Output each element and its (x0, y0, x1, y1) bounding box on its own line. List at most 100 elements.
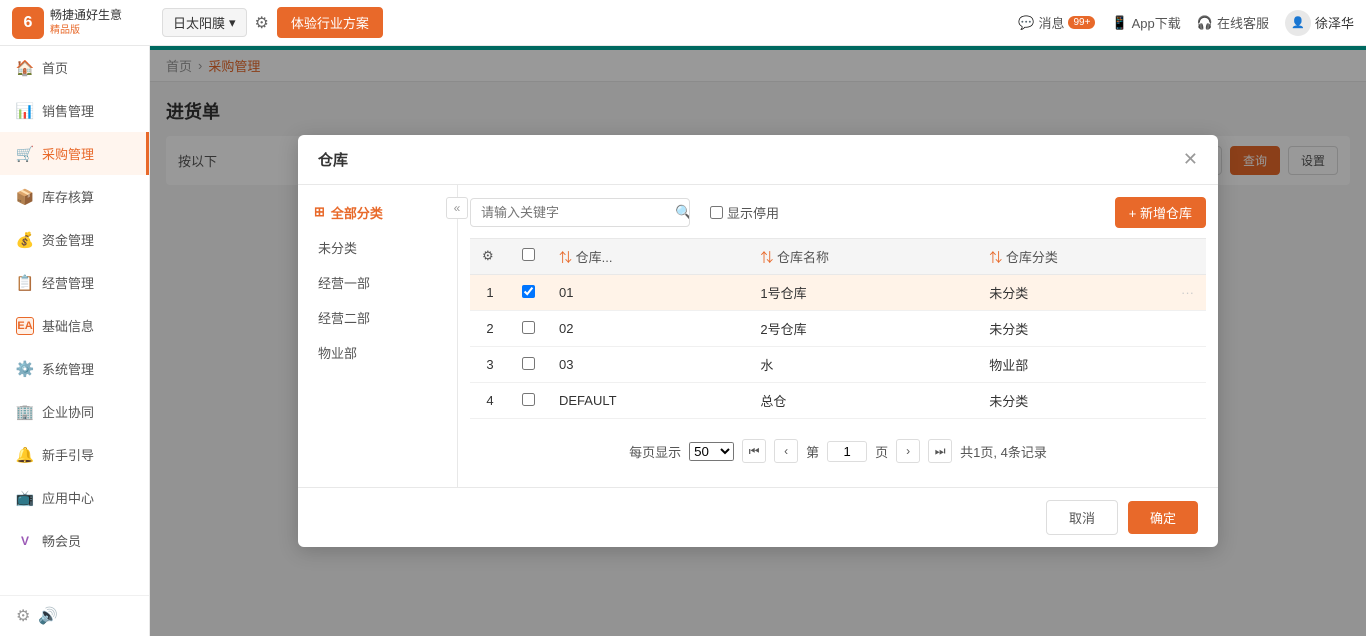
row-name: 水 (748, 347, 977, 383)
guide-icon: 🔔 (16, 446, 34, 464)
sidebar-item-appstore[interactable]: 📺 应用中心 (0, 476, 149, 519)
sidebar-item-operations[interactable]: 📋 经营管理 (0, 261, 149, 304)
table-row[interactable]: 3 03 水 物业部 (470, 347, 1206, 383)
show-disabled-checkbox[interactable] (710, 206, 723, 219)
sidebar-item-enterprise[interactable]: 🏢 企业协同 (0, 390, 149, 433)
modal-close-button[interactable]: ✕ (1183, 149, 1198, 170)
trial-button[interactable]: 体验行业方案 (277, 7, 383, 38)
message-icon: 💬 (1018, 15, 1034, 31)
row-name: 2号仓库 (748, 311, 977, 347)
row-actions[interactable]: ··· (1181, 285, 1194, 300)
appstore-icon: 📺 (16, 489, 34, 507)
sidebar-item-system[interactable]: ⚙️ 系统管理 (0, 347, 149, 390)
row-code: 01 (547, 274, 748, 311)
sidebar-item-purchase[interactable]: 🛒 采购管理 (0, 132, 149, 175)
modal-title: 仓库 (318, 149, 348, 170)
row-num: 3 (470, 347, 510, 383)
prev-page-button[interactable]: ‹ (774, 439, 798, 463)
category-unclassified[interactable]: 未分类 (298, 230, 457, 265)
confirm-button[interactable]: 确定 (1128, 501, 1198, 534)
message-item[interactable]: 💬 消息 99+ (1018, 13, 1095, 32)
col-header-gear: ⚙ (470, 238, 510, 274)
row-name: 1号仓库 (748, 274, 977, 311)
sidebar-bottom: ⚙ 🔊 (0, 595, 149, 636)
all-categories-item[interactable]: ⊞ 全部分类 (298, 195, 457, 230)
row-checkbox-cell (510, 274, 547, 311)
select-all-checkbox[interactable] (522, 248, 535, 261)
search-box: 🔍 (470, 198, 690, 227)
chevron-down-icon: ▾ (229, 15, 236, 31)
row-category: 未分类 (977, 383, 1206, 419)
row-category: 物业部 (977, 347, 1206, 383)
first-page-button[interactable]: ⏮ (742, 439, 766, 463)
category-operations1[interactable]: 经营一部 (298, 265, 457, 300)
category-panel: ⊞ 全部分类 未分类 经营一部 经营二部 物业部 « (298, 185, 458, 488)
headset-icon: 🎧 (1197, 15, 1213, 31)
top-header: 6 畅捷通好生意 精品版 日太阳膜 ▾ ⚙ 体验行业方案 💬 消息 99+ 📱 … (0, 0, 1366, 46)
sales-icon: 📊 (16, 102, 34, 120)
col-header-name: ⇅ 仓库名称 (748, 238, 977, 274)
modal-overlay: 仓库 ✕ ⊞ 全部分类 未分类 经营一部 经营二部 物业部 « (150, 46, 1366, 636)
avatar: 👤 (1285, 10, 1311, 36)
per-page-select[interactable]: 50 20 100 (689, 442, 734, 461)
search-input[interactable] (471, 200, 667, 225)
next-page-button[interactable]: › (896, 439, 920, 463)
sidebar-label-inventory: 库存核算 (42, 187, 94, 206)
sidebar-item-home[interactable]: 🏠 首页 (0, 46, 149, 89)
category-property[interactable]: 物业部 (298, 335, 457, 370)
show-disabled-label[interactable]: 显示停用 (710, 203, 779, 222)
collapse-panel-button[interactable]: « (446, 197, 468, 219)
sidebar-item-finance[interactable]: 💰 资金管理 (0, 218, 149, 261)
sidebar-item-vip[interactable]: V 畅会员 (0, 519, 149, 562)
user-profile[interactable]: 👤 徐泽华 (1285, 10, 1354, 36)
row-num: 1 (470, 274, 510, 311)
row-code: 02 (547, 311, 748, 347)
online-service-item[interactable]: 🎧 在线客服 (1197, 13, 1269, 32)
row-code: DEFAULT (547, 383, 748, 419)
search-icon[interactable]: 🔍 (667, 199, 690, 226)
app-download-item[interactable]: 📱 App下载 (1111, 13, 1180, 32)
sidebar-label-vip: 畅会员 (42, 531, 81, 550)
sidebar-label-enterprise: 企业协同 (42, 402, 94, 421)
settings-icon[interactable]: ⚙ (16, 606, 30, 626)
new-warehouse-button[interactable]: + 新增仓库 (1115, 197, 1206, 228)
sidebar-label-operations: 经营管理 (42, 273, 94, 292)
header-center: 日太阳膜 ▾ ⚙ 体验行业方案 (162, 7, 1018, 38)
page-unit-label: 页 (875, 442, 888, 461)
page-number-input[interactable] (827, 441, 867, 462)
row-num: 2 (470, 311, 510, 347)
sidebar-item-basic[interactable]: EA 基础信息 (0, 304, 149, 347)
cancel-button[interactable]: 取消 (1046, 500, 1118, 535)
basic-icon: EA (16, 317, 34, 335)
table-row[interactable]: 2 02 2号仓库 未分类 (470, 311, 1206, 347)
table-row[interactable]: 1 01 1号仓库 未分类··· (470, 274, 1206, 311)
sidebar-item-guide[interactable]: 🔔 新手引导 (0, 433, 149, 476)
table-row[interactable]: 4 DEFAULT 总仓 未分类 (470, 383, 1206, 419)
sidebar-item-sales[interactable]: 📊 销售管理 (0, 89, 149, 132)
col-header-check (510, 238, 547, 274)
logo-area: 6 畅捷通好生意 精品版 (12, 7, 162, 39)
logo-text: 畅捷通好生意 精品版 (50, 8, 122, 37)
row-checkbox[interactable] (522, 285, 535, 298)
warehouse-table: ⚙ ⇅ 仓库... ⇅ 仓库名称 (470, 238, 1206, 420)
speaker-icon[interactable]: 🔊 (38, 606, 58, 626)
row-checkbox[interactable] (522, 393, 535, 406)
row-checkbox[interactable] (522, 357, 535, 370)
row-checkbox[interactable] (522, 321, 535, 334)
table-toolbar: 🔍 显示停用 + 新增仓库 (470, 197, 1206, 228)
table-panel: 🔍 显示停用 + 新增仓库 ⚙ (458, 185, 1218, 488)
warehouse-modal: 仓库 ✕ ⊞ 全部分类 未分类 经营一部 经营二部 物业部 « (298, 135, 1218, 548)
category-operations2[interactable]: 经营二部 (298, 300, 457, 335)
settings-button[interactable]: ⚙ (255, 13, 269, 33)
message-badge: 99+ (1068, 16, 1095, 29)
sidebar-label-purchase: 采购管理 (42, 144, 94, 163)
enterprise-icon: 🏢 (16, 403, 34, 421)
all-categories-label: 全部分类 (331, 203, 383, 222)
store-selector[interactable]: 日太阳膜 ▾ (162, 8, 247, 37)
row-code: 03 (547, 347, 748, 383)
last-page-button[interactable]: ⏭ (928, 439, 952, 463)
col-header-category: ⇅ 仓库分类 (977, 238, 1206, 274)
home-icon: 🏠 (16, 59, 34, 77)
sidebar-item-inventory[interactable]: 📦 库存核算 (0, 175, 149, 218)
total-label: 共1页, 4条记录 (960, 442, 1047, 461)
